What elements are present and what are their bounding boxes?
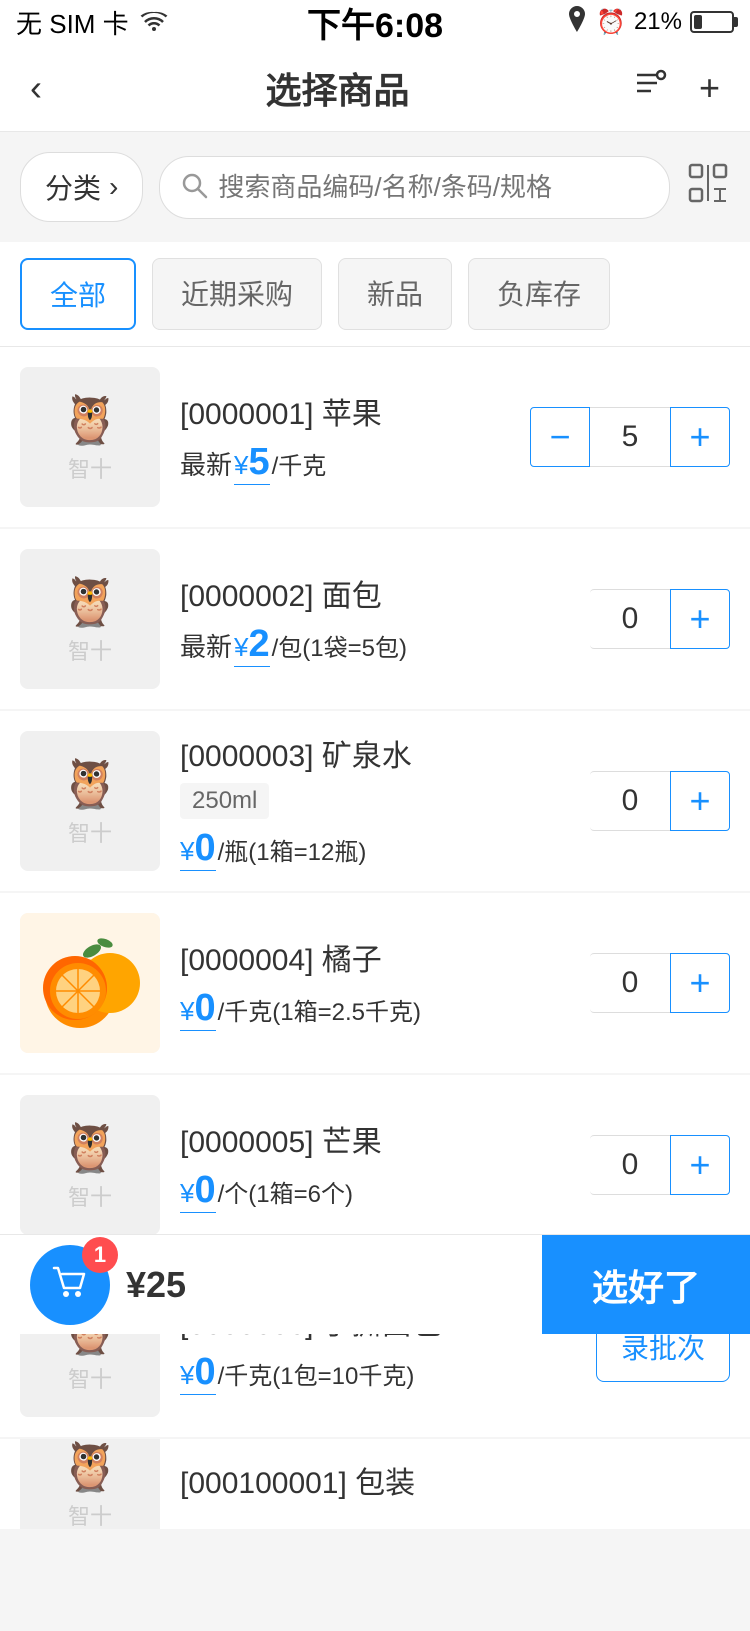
product-image: 🦉 智十 bbox=[20, 367, 160, 507]
product-name: [0000004] 橘子 bbox=[180, 935, 570, 979]
qty-input[interactable] bbox=[590, 771, 670, 831]
category-label: 分类 bbox=[45, 167, 101, 207]
owl-icon: 🦉 bbox=[60, 1119, 120, 1176]
qty-increase-button[interactable]: + bbox=[670, 407, 730, 467]
filter-bar: 分类 › bbox=[0, 132, 750, 242]
battery-icon bbox=[690, 11, 734, 33]
nav-actions: + bbox=[633, 65, 720, 110]
quantity-control: + bbox=[590, 589, 730, 649]
product-item: 🦉 智十 [0000002] 面包 最新 ¥ 2 /包(1袋=5包) + bbox=[0, 529, 750, 709]
placeholder-image: 🦉 智十 bbox=[20, 1439, 160, 1529]
product-name: [000100001] 包装 bbox=[180, 1458, 730, 1502]
product-item: [0000004] 橘子 ¥ 0 /千克(1箱=2.5千克) + bbox=[0, 893, 750, 1073]
product-price: 最新 ¥ 2 /包(1袋=5包) bbox=[180, 623, 570, 667]
product-name: [0000002] 面包 bbox=[180, 571, 570, 615]
product-spec: 250ml bbox=[180, 783, 269, 819]
quantity-control: + bbox=[590, 1135, 730, 1195]
qty-input[interactable] bbox=[590, 1135, 670, 1195]
add-button[interactable]: + bbox=[699, 67, 720, 109]
owl-icon: 🦉 bbox=[60, 755, 120, 812]
owl-icon: 🦉 bbox=[60, 573, 120, 630]
product-info: [0000003] 矿泉水 250ml ¥ 0 /瓶(1箱=12瓶) bbox=[180, 731, 570, 871]
product-price: ¥ 0 /个(1箱=6个) bbox=[180, 1169, 570, 1213]
owl-icon: 🦉 bbox=[60, 391, 120, 448]
product-item: 🦉 智十 [000100001] 包装 bbox=[0, 1439, 750, 1529]
product-item: 🦉 智十 [0000001] 苹果 最新 ¥ 5 /千克 − + bbox=[0, 347, 750, 527]
back-button[interactable]: ‹ bbox=[30, 67, 42, 109]
tab-all[interactable]: 全部 bbox=[20, 258, 136, 330]
product-info: [0000005] 芒果 ¥ 0 /个(1箱=6个) bbox=[180, 1117, 570, 1213]
cart-icon-wrap[interactable]: 1 bbox=[30, 1245, 110, 1325]
location-icon bbox=[566, 5, 588, 40]
qty-input[interactable] bbox=[590, 589, 670, 649]
product-name: [0000001] 苹果 bbox=[180, 389, 510, 433]
qty-increase-button[interactable]: + bbox=[670, 589, 730, 649]
product-info: [0000001] 苹果 最新 ¥ 5 /千克 bbox=[180, 389, 510, 485]
owl-icon: 🦉 bbox=[60, 1439, 120, 1495]
status-left: 无 SIM 卡 bbox=[16, 4, 169, 41]
placeholder-image: 🦉 智十 bbox=[20, 731, 160, 871]
page-title: 选择商品 bbox=[265, 62, 409, 114]
product-price: ¥ 0 /瓶(1箱=12瓶) bbox=[180, 827, 570, 871]
tab-recent[interactable]: 近期采购 bbox=[152, 258, 322, 330]
product-name: [0000003] 矿泉水 bbox=[180, 731, 570, 775]
search-input[interactable] bbox=[218, 172, 649, 203]
search-box bbox=[159, 156, 670, 219]
product-image: 🦉 智十 bbox=[20, 1439, 160, 1529]
confirm-button[interactable]: 选好了 bbox=[542, 1235, 750, 1334]
chevron-right-icon: › bbox=[109, 171, 118, 203]
product-item: 🦉 智十 [0000005] 芒果 ¥ 0 /个(1箱=6个) + bbox=[0, 1075, 750, 1255]
alarm-icon: ⏰ bbox=[596, 8, 626, 37]
qty-increase-button[interactable]: + bbox=[670, 771, 730, 831]
bottom-bar: 1 ¥25 选好了 bbox=[0, 1234, 750, 1334]
tab-negative[interactable]: 负库存 bbox=[468, 258, 610, 330]
product-info: [0000004] 橘子 ¥ 0 /千克(1箱=2.5千克) bbox=[180, 935, 570, 1031]
product-price: ¥ 0 /千克(1包=10千克) bbox=[180, 1351, 576, 1395]
product-image: 🦉 智十 bbox=[20, 1095, 160, 1235]
placeholder-image: 🦉 智十 bbox=[20, 1095, 160, 1235]
scan-icon[interactable] bbox=[686, 161, 730, 214]
product-price: 最新 ¥ 5 /千克 bbox=[180, 441, 510, 485]
cart-badge: 1 bbox=[82, 1237, 118, 1273]
qty-increase-button[interactable]: + bbox=[670, 1135, 730, 1195]
cart-section: 1 ¥25 bbox=[0, 1245, 542, 1325]
product-image: 🦉 智十 bbox=[20, 731, 160, 871]
quantity-control: + bbox=[590, 771, 730, 831]
nav-bar: ‹ 选择商品 + bbox=[0, 44, 750, 132]
status-bar: 无 SIM 卡 下午6:08 ⏰ 21% bbox=[0, 0, 750, 44]
product-image bbox=[20, 913, 160, 1053]
fruit-image bbox=[20, 913, 160, 1053]
battery-percent: 21% bbox=[634, 8, 682, 36]
cart-icon bbox=[48, 1260, 92, 1309]
product-name: [0000005] 芒果 bbox=[180, 1117, 570, 1161]
cart-total: ¥25 bbox=[126, 1264, 186, 1306]
product-info: [000100001] 包装 bbox=[180, 1458, 730, 1510]
quantity-control: − + bbox=[530, 407, 730, 467]
product-price: ¥ 0 /千克(1箱=2.5千克) bbox=[180, 987, 570, 1031]
status-right: ⏰ 21% bbox=[566, 5, 734, 40]
product-info: [0000002] 面包 最新 ¥ 2 /包(1袋=5包) bbox=[180, 571, 570, 667]
placeholder-image: 🦉 智十 bbox=[20, 549, 160, 689]
wifi-icon bbox=[139, 7, 169, 38]
tab-new[interactable]: 新品 bbox=[338, 258, 452, 330]
sim-status: 无 SIM 卡 bbox=[16, 4, 129, 41]
quantity-control: + bbox=[590, 953, 730, 1013]
qty-decrease-button[interactable]: − bbox=[530, 407, 590, 467]
tab-bar: 全部 近期采购 新品 负库存 bbox=[0, 242, 750, 347]
placeholder-image: 🦉 智十 bbox=[20, 367, 160, 507]
qty-input[interactable] bbox=[590, 953, 670, 1013]
product-item: 🦉 智十 [0000003] 矿泉水 250ml ¥ 0 /瓶(1箱=12瓶) … bbox=[0, 711, 750, 891]
product-image: 🦉 智十 bbox=[20, 549, 160, 689]
qty-input[interactable] bbox=[590, 407, 670, 467]
category-button[interactable]: 分类 › bbox=[20, 152, 143, 222]
product-list: 🦉 智十 [0000001] 苹果 最新 ¥ 5 /千克 − + 🦉 bbox=[0, 347, 750, 1631]
qty-increase-button[interactable]: + bbox=[670, 953, 730, 1013]
filter-icon[interactable] bbox=[633, 65, 669, 110]
status-time: 下午6:08 bbox=[307, 0, 443, 47]
search-icon bbox=[180, 171, 208, 204]
